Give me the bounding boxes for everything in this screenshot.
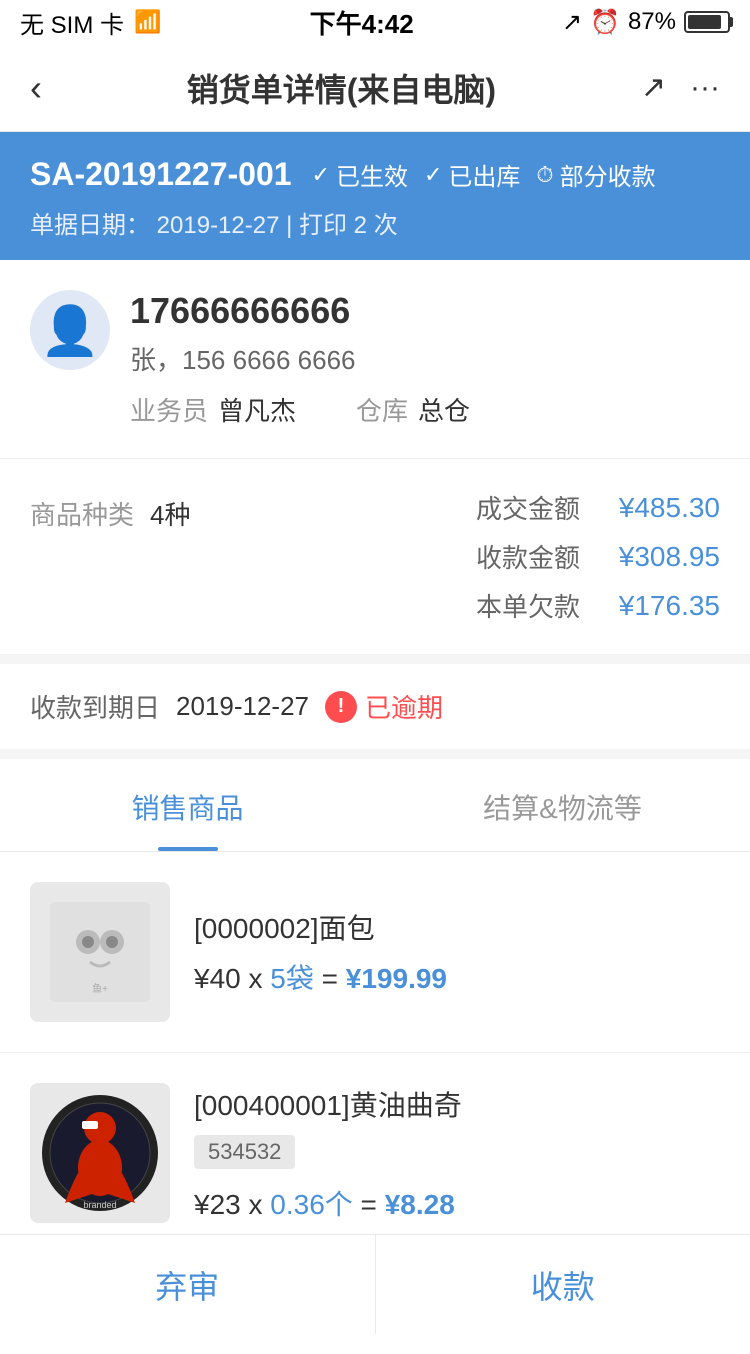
print-info: | 打印 2 次 [286, 212, 398, 239]
product-price-1: ¥40 x 5袋 = ¥199.99 [194, 957, 720, 997]
date-label: 单据日期： [30, 212, 150, 239]
warehouse-value: 总仓 [418, 391, 470, 428]
battery-percent: 87% [628, 8, 676, 36]
location-icon: ↗ [562, 8, 582, 37]
product-image-1: 鱼+ [30, 882, 170, 1022]
overdue-badge: ! 已逾期 [325, 688, 443, 725]
stats-left: 商品种类 4种 [30, 489, 375, 532]
banner-date: 单据日期： 2019-12-27 | 打印 2 次 [30, 205, 720, 240]
header-banner: SA-20191227-001 ✓ 已生效 ✓ 已出库 ⏱ 部分收款 单据日期：… [0, 132, 750, 260]
nav-bar: ‹ 销货单详情(来自电脑) ↗ ··· [0, 44, 750, 132]
overdue-icon: ! [325, 691, 357, 723]
bottom-actions: 弃审 收款 [0, 1234, 750, 1334]
overdue-text: 已逾期 [365, 688, 443, 725]
stats-section: 商品种类 4种 成交金额 ¥485.30 收款金额 ¥308.95 本单欠款 ¥… [0, 459, 750, 664]
check-icon-1: ✓ [312, 162, 330, 188]
product-name-2: [000400001]黄油曲奇 [194, 1084, 720, 1124]
status-left: 无 SIM 卡 📶 [20, 5, 161, 40]
avatar: 👤 [30, 290, 110, 370]
product-type-label: 商品种类 [30, 495, 134, 532]
salesperson-label: 业务员 [130, 391, 208, 428]
deal-amount-row: 成交金额 ¥485.30 [476, 489, 720, 526]
tabs-section: 销售商品 结算&物流等 [0, 759, 750, 852]
status-badges: ✓ 已生效 ✓ 已出库 ⏱ 部分收款 [312, 157, 656, 192]
customer-name: 张，156 6666 6666 [130, 340, 720, 377]
product-owl-icon: 鱼+ [50, 902, 150, 1002]
product-placeholder-1: 鱼+ [30, 882, 170, 1022]
salesperson-value: 曾凡杰 [218, 391, 296, 428]
tab-settlement-label: 结算&物流等 [483, 793, 642, 824]
tab-sales-products[interactable]: 销售商品 [0, 759, 375, 851]
avatar-icon: 👤 [40, 302, 100, 359]
product-name-1: [0000002]面包 [194, 907, 720, 947]
svg-text:branded: branded [83, 1200, 116, 1210]
clock-icon: ⏱ [536, 162, 553, 188]
confirm-button[interactable]: 收款 [376, 1235, 750, 1334]
order-date: 2019-12-27 [157, 212, 280, 239]
product-info-1: [0000002]面包 ¥40 x 5袋 = ¥199.99 [194, 907, 720, 997]
due-date-label: 收款到期日 [30, 688, 160, 725]
status-badge-partial: ⏱ 部分收款 [536, 157, 655, 192]
customer-info: 17666666666 张，156 6666 6666 业务员 曾凡杰 仓库 总… [130, 290, 720, 428]
status-text-1: 已生效 [336, 157, 408, 192]
deal-amount-label: 成交金额 [476, 489, 580, 526]
product-image-2: branded [30, 1083, 170, 1223]
page-title: 销货单详情(来自电脑) [187, 65, 496, 111]
warehouse-label: 仓库 [356, 391, 408, 428]
stats-right: 成交金额 ¥485.30 收款金额 ¥308.95 本单欠款 ¥176.35 [375, 489, 720, 624]
received-amount-label: 收款金额 [476, 538, 580, 575]
alarm-icon: ⏰ [590, 8, 620, 37]
product-price-2: ¥23 x 0.36个 = ¥8.28 [194, 1183, 720, 1223]
customer-section: 👤 17666666666 张，156 6666 6666 业务员 曾凡杰 仓库… [0, 260, 750, 459]
carrier-text: 无 SIM 卡 [20, 5, 124, 40]
status-badge-shipped: ✓ 已出库 [424, 157, 520, 192]
status-text-3: 部分收款 [560, 157, 656, 192]
due-date-section: 收款到期日 2019-12-27 ! 已逾期 [0, 664, 750, 759]
product-item-2: branded [000400001]黄油曲奇 534532 ¥23 x 0.3… [0, 1053, 750, 1254]
order-id: SA-20191227-001 [30, 156, 292, 193]
product-info-2: [000400001]黄油曲奇 534532 ¥23 x 0.36个 = ¥8.… [194, 1084, 720, 1223]
status-time: 下午4:42 [310, 4, 414, 41]
received-amount-value: ¥308.95 [600, 541, 720, 573]
due-date-value: 2019-12-27 [176, 691, 309, 722]
tab-sales-label: 销售商品 [131, 793, 243, 824]
back-button[interactable]: ‹ [30, 67, 42, 109]
salesperson-item: 业务员 曾凡杰 [130, 391, 296, 428]
owe-amount-row: 本单欠款 ¥176.35 [476, 587, 720, 624]
check-icon-2: ✓ [424, 162, 442, 188]
banner-top: SA-20191227-001 ✓ 已生效 ✓ 已出库 ⏱ 部分收款 [30, 156, 720, 193]
wifi-icon: 📶 [134, 9, 161, 35]
customer-phone: 17666666666 [130, 290, 720, 332]
battery-icon [684, 11, 730, 33]
deal-amount-value: ¥485.30 [600, 492, 720, 524]
owe-amount-label: 本单欠款 [476, 587, 580, 624]
status-right: ↗ ⏰ 87% [562, 8, 730, 37]
warehouse-item: 仓库 总仓 [356, 391, 470, 428]
product-item: 鱼+ [0000002]面包 ¥40 x 5袋 = ¥199.99 [0, 852, 750, 1053]
status-bar: 无 SIM 卡 📶 下午4:42 ↗ ⏰ 87% [0, 0, 750, 44]
product-tag-2: 534532 [194, 1135, 295, 1169]
nav-actions: ↗ ··· [641, 70, 720, 105]
owe-amount-value: ¥176.35 [600, 590, 720, 622]
received-amount-row: 收款金额 ¥308.95 [476, 538, 720, 575]
tab-settlement[interactable]: 结算&物流等 [375, 759, 750, 851]
more-icon[interactable]: ··· [690, 71, 720, 105]
product-logo-2: branded [30, 1083, 170, 1223]
product-type-value: 4种 [150, 495, 190, 532]
cancel-button[interactable]: 弃审 [0, 1235, 376, 1334]
svg-text:鱼+: 鱼+ [92, 982, 108, 995]
status-badge-effective: ✓ 已生效 [312, 157, 408, 192]
product-brand-icon: branded [40, 1093, 160, 1213]
share-icon[interactable]: ↗ [641, 70, 666, 105]
customer-meta: 业务员 曾凡杰 仓库 总仓 [130, 391, 720, 428]
status-text-2: 已出库 [448, 157, 520, 192]
